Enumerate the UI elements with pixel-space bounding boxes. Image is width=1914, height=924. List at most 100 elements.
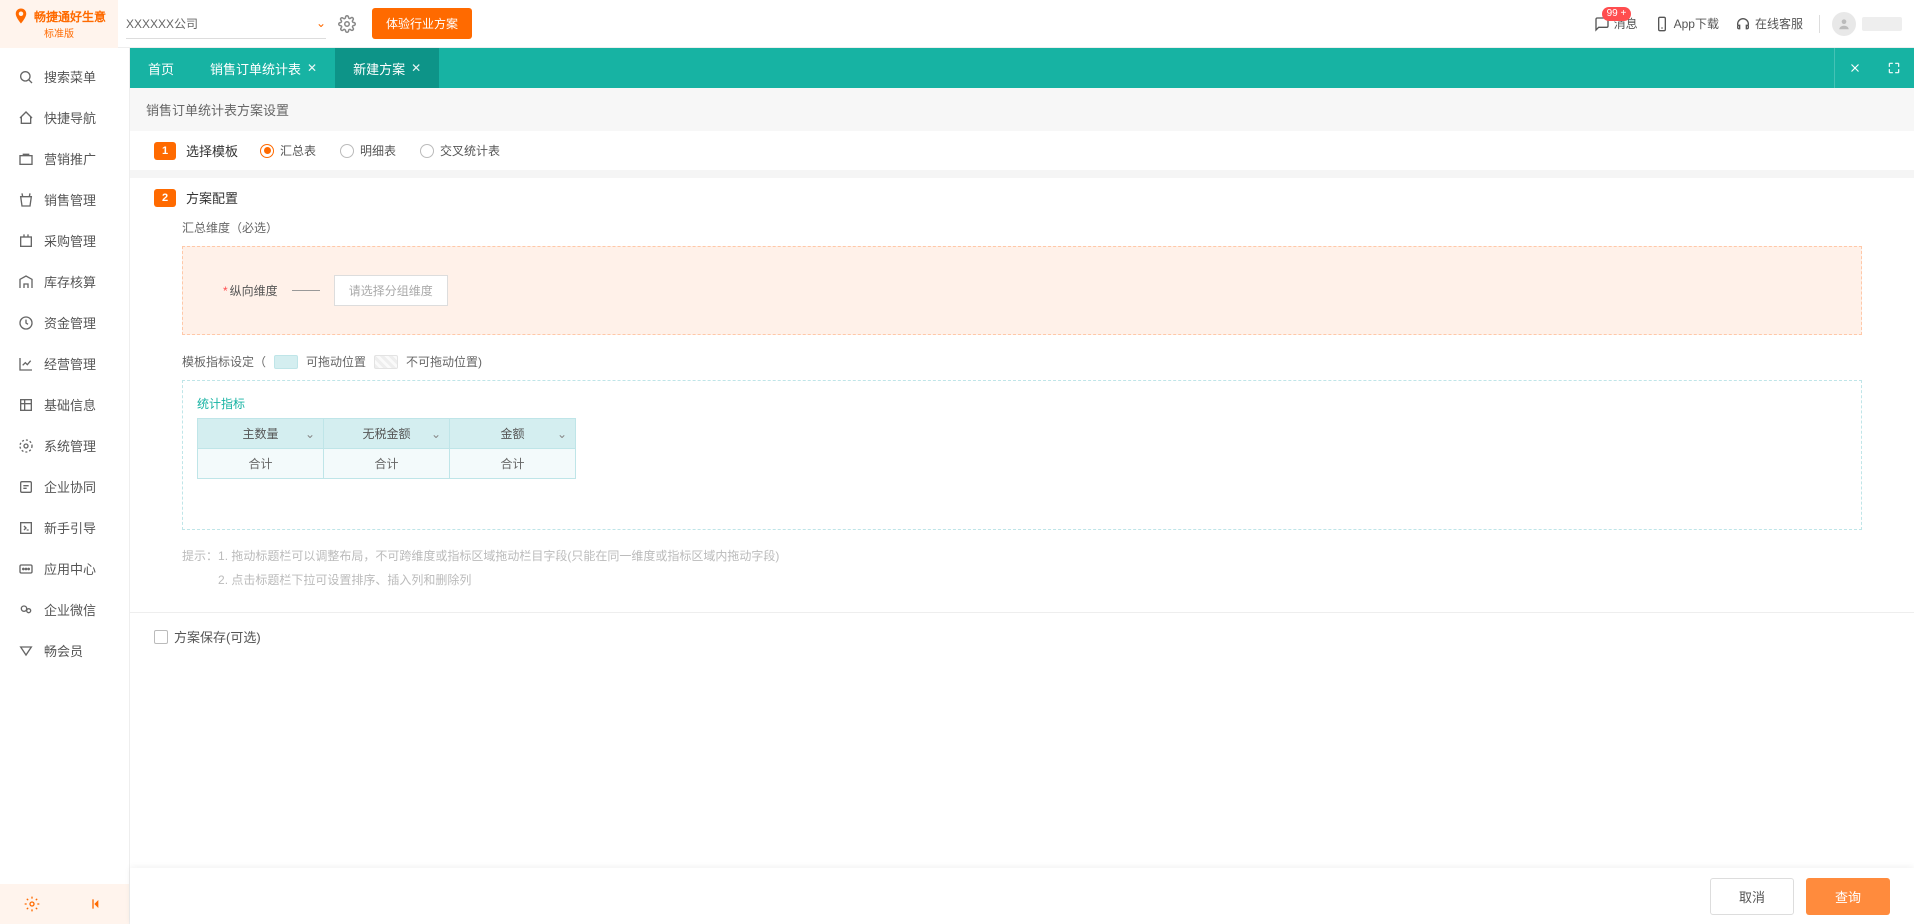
radio-icon xyxy=(260,144,274,158)
service-label: 在线客服 xyxy=(1755,15,1803,32)
app-download-button[interactable]: App下载 xyxy=(1654,15,1719,32)
metric-header-label: 无税金额 xyxy=(362,427,410,441)
template-metric-legend: 模板指标设定（ 可拖动位置 不可拖动位置) xyxy=(182,353,1890,370)
sidebar-item[interactable]: 系统管理 xyxy=(0,425,129,466)
expand-icon xyxy=(1887,61,1901,75)
tab[interactable]: 新建方案 ✕ xyxy=(335,48,439,88)
metric-column-header[interactable]: 无税金额 ⌄ xyxy=(324,419,450,449)
tab-close-icon[interactable]: ✕ xyxy=(307,61,317,75)
sidebar-item[interactable]: 企业微信 xyxy=(0,589,129,630)
sidebar-item-label: 畅会员 xyxy=(44,641,83,660)
metric-table: 主数量⌄无税金额⌄金额⌄ 合计合计合计 xyxy=(197,418,576,479)
sidebar-settings-icon[interactable] xyxy=(24,896,40,912)
sidebar-item[interactable]: 新手引导 xyxy=(0,507,129,548)
sidebar-item-icon xyxy=(18,274,34,290)
radio-icon xyxy=(340,144,354,158)
sidebar-item[interactable]: 畅会员 xyxy=(0,630,129,671)
metric-column-header[interactable]: 主数量⌄ xyxy=(198,419,324,449)
tab-bar: 首页 销售订单统计表 ✕ 新建方案 ✕ xyxy=(130,48,1914,88)
sidebar-item-label: 应用中心 xyxy=(44,559,96,578)
step-scheme-config: 2 方案配置 汇总维度（必选） *纵向维度 请选择分组维度 模板指标设定（ 可拖… xyxy=(130,178,1914,602)
save-scheme-row: 方案保存(可选) xyxy=(130,612,1914,660)
tab-close-all-button[interactable] xyxy=(1834,48,1874,88)
tab-label: 首页 xyxy=(148,59,174,78)
main-area: 首页销售订单统计表✕新建方案✕ 销售订单统计表方案设置 1 选择模板 汇总表明细… xyxy=(130,48,1914,924)
company-select[interactable]: XXXXXX公司 ⌄ xyxy=(126,9,326,39)
query-button[interactable]: 查询 xyxy=(1806,878,1890,915)
sidebar-item[interactable]: 经营管理 xyxy=(0,343,129,384)
radio-icon xyxy=(420,144,434,158)
fullscreen-button[interactable] xyxy=(1874,48,1914,88)
metric-header-label: 金额 xyxy=(500,427,524,441)
sidebar-item-icon xyxy=(18,397,34,413)
legend-draggable-swatch xyxy=(274,355,298,369)
header-divider xyxy=(1819,15,1820,33)
cancel-button[interactable]: 取消 xyxy=(1710,878,1794,915)
sidebar-item[interactable]: 库存核算 xyxy=(0,261,129,302)
sidebar-item[interactable]: 资金管理 xyxy=(0,302,129,343)
tab-close-icon[interactable]: ✕ xyxy=(411,61,421,75)
save-scheme-checkbox[interactable] xyxy=(154,630,168,644)
tab-label: 新建方案 xyxy=(353,59,405,78)
template-radio-option[interactable]: 汇总表 xyxy=(260,142,316,159)
chevron-down-icon: ⌄ xyxy=(431,427,441,441)
tab-label: 销售订单统计表 xyxy=(210,59,301,78)
radio-label: 汇总表 xyxy=(280,142,316,159)
sidebar-item[interactable]: 营销推广 xyxy=(0,138,129,179)
sidebar-item-label: 库存核算 xyxy=(44,272,96,291)
sidebar-item-label: 资金管理 xyxy=(44,313,96,332)
sidebar-item-label: 采购管理 xyxy=(44,231,96,250)
connector-line xyxy=(292,290,320,291)
step-2-badge: 2 xyxy=(154,189,176,207)
step-select-template: 1 选择模板 汇总表明细表交叉统计表 xyxy=(130,131,1914,170)
sidebar-item-icon xyxy=(18,69,34,85)
brand-edition: 标准版 xyxy=(44,25,74,40)
dimension-box: *纵向维度 请选择分组维度 xyxy=(182,246,1862,335)
sidebar-item-label: 快捷导航 xyxy=(44,108,96,127)
message-badge: 99 + xyxy=(1602,7,1632,21)
metric-area: 统计指标 主数量⌄无税金额⌄金额⌄ 合计合计合计 xyxy=(182,380,1862,530)
sidebar-collapse-icon[interactable] xyxy=(89,896,105,912)
metric-total-cell: 合计 xyxy=(450,449,576,479)
tab[interactable]: 首页 xyxy=(130,48,192,88)
save-scheme-label: 方案保存(可选) xyxy=(174,627,261,646)
step-2-title: 方案配置 xyxy=(186,188,238,207)
experience-scheme-button[interactable]: 体验行业方案 xyxy=(372,8,472,39)
sidebar-item[interactable]: 应用中心 xyxy=(0,548,129,589)
sidebar-item-icon xyxy=(18,438,34,454)
sidebar-item-icon xyxy=(18,479,34,495)
sidebar-item-label: 经营管理 xyxy=(44,354,96,373)
headset-icon xyxy=(1735,16,1751,32)
phone-icon xyxy=(1654,16,1670,32)
dimension-select[interactable]: 请选择分组维度 xyxy=(334,275,448,306)
step-1-title: 选择模板 xyxy=(186,141,238,160)
sidebar-item-label: 系统管理 xyxy=(44,436,96,455)
sidebar-item-label: 企业协同 xyxy=(44,477,96,496)
legend-nondraggable-swatch xyxy=(374,355,398,369)
messages-button[interactable]: 99 + 消息 xyxy=(1594,15,1638,32)
sidebar-item[interactable]: 搜索菜单 xyxy=(0,56,129,97)
sidebar-item-label: 新手引导 xyxy=(44,518,96,537)
user-avatar[interactable] xyxy=(1832,12,1856,36)
settings-icon[interactable] xyxy=(338,15,356,33)
online-service-button[interactable]: 在线客服 xyxy=(1735,15,1803,32)
radio-label: 交叉统计表 xyxy=(440,142,500,159)
vertical-dimension-label: *纵向维度 xyxy=(223,282,278,299)
template-radio-option[interactable]: 交叉统计表 xyxy=(420,142,500,159)
sidebar-item-icon xyxy=(18,356,34,372)
sidebar-item[interactable]: 采购管理 xyxy=(0,220,129,261)
company-name: XXXXXX公司 xyxy=(126,15,198,32)
chevron-down-icon: ⌄ xyxy=(305,427,315,441)
tab[interactable]: 销售订单统计表 ✕ xyxy=(192,48,335,88)
user-icon xyxy=(1837,17,1851,31)
sidebar-item[interactable]: 销售管理 xyxy=(0,179,129,220)
user-name[interactable] xyxy=(1862,17,1902,31)
metric-total-cell: 合计 xyxy=(198,449,324,479)
metric-column-header[interactable]: 金额 ⌄ xyxy=(450,419,576,449)
template-radio-option[interactable]: 明细表 xyxy=(340,142,396,159)
sidebar-item[interactable]: 快捷导航 xyxy=(0,97,129,138)
sidebar-item[interactable]: 基础信息 xyxy=(0,384,129,425)
hint-text: 提示：1. 拖动标题栏可以调整布局，不可跨维度或指标区域拖动栏目字段(只能在同一… xyxy=(182,544,1862,592)
chevron-down-icon: ⌄ xyxy=(557,427,567,441)
sidebar-item[interactable]: 企业协同 xyxy=(0,466,129,507)
